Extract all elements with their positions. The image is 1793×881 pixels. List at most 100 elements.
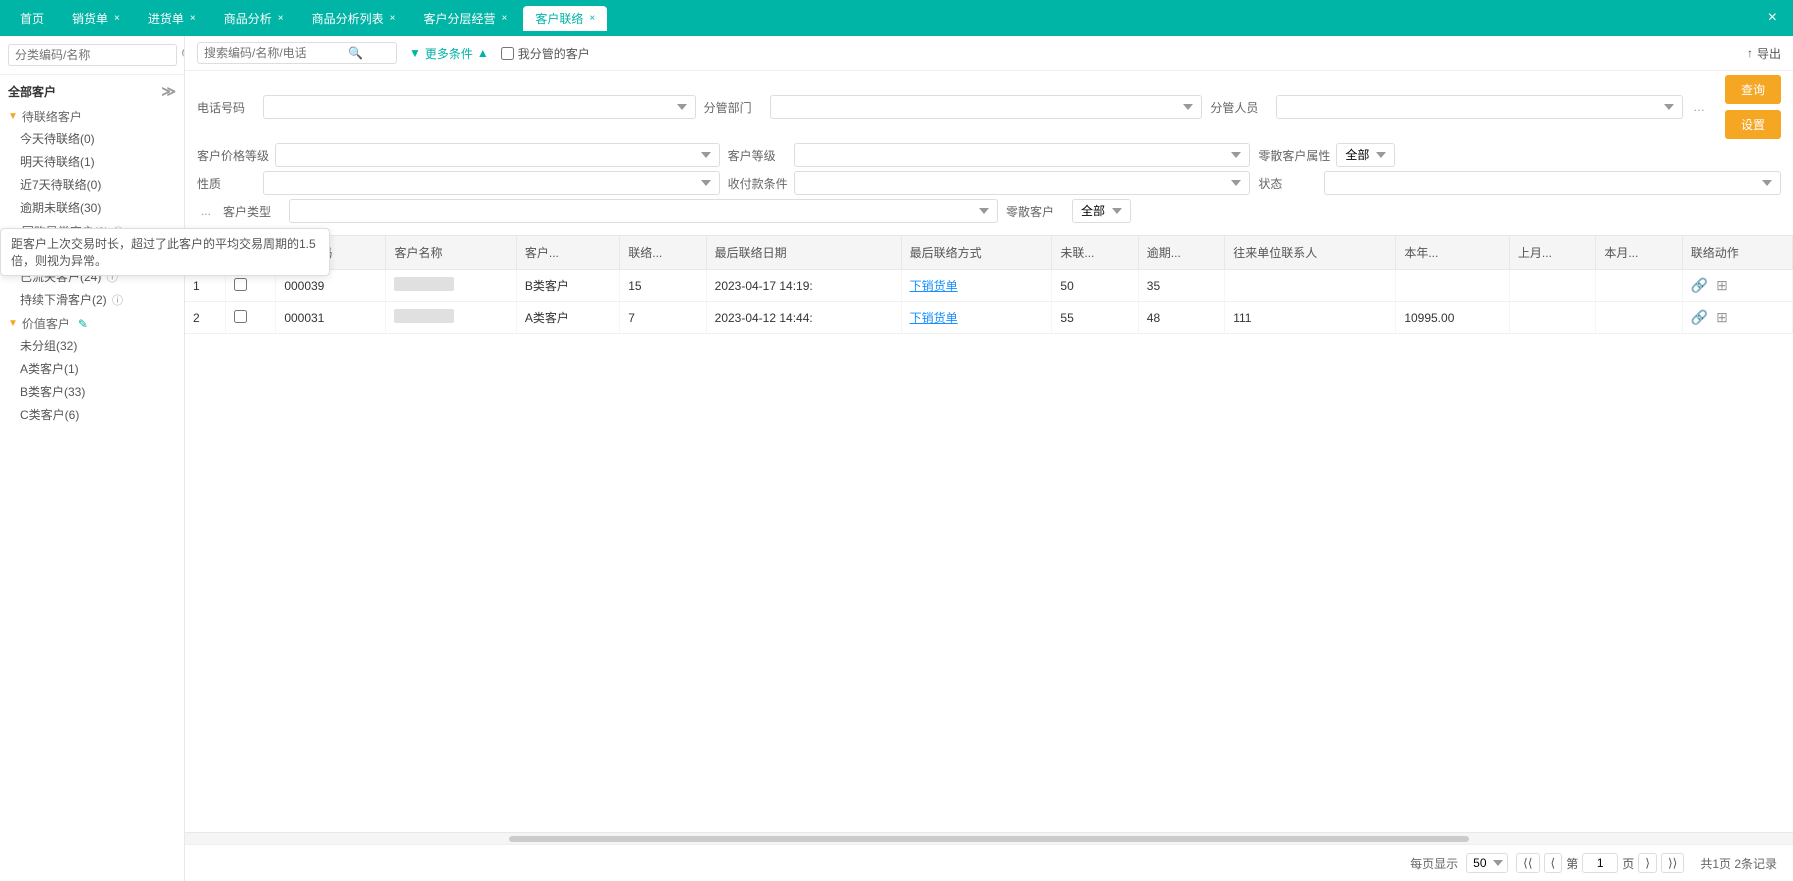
tab-sales[interactable]: 销货单 × <box>60 6 132 31</box>
phone-label: 电话号码 <box>197 99 257 116</box>
close-icon[interactable]: × <box>390 13 396 24</box>
per-page-select[interactable]: 50 <box>1466 853 1508 873</box>
th-last-month[interactable]: 上月... <box>1509 236 1595 270</box>
th-contact-count[interactable]: 联络... <box>620 236 706 270</box>
status-select[interactable] <box>1324 171 1781 195</box>
tab-customer-contact[interactable]: 客户联络 × <box>523 6 607 31</box>
last-page-button[interactable]: ⟩⟩ <box>1661 853 1684 873</box>
th-company-contact[interactable]: 往来单位联系人 <box>1225 236 1396 270</box>
sidebar-item-overdue[interactable]: 逾期未联络(30) <box>0 196 184 219</box>
cust-type-select[interactable] <box>289 199 998 223</box>
sidebar-search-input[interactable] <box>8 44 177 66</box>
th-this-year[interactable]: 本年... <box>1396 236 1510 270</box>
link-action-icon-1[interactable]: 🔗 <box>1691 277 1708 294</box>
first-page-button[interactable]: ⟨⟨ <box>1516 853 1539 873</box>
gender-select[interactable] <box>263 171 720 195</box>
dots-icon[interactable]: … <box>1689 100 1709 114</box>
sidebar-item-7days[interactable]: 近7天待联络(0) <box>0 173 184 196</box>
my-customer-checkbox[interactable] <box>501 47 514 60</box>
retail-attr-select[interactable]: 全部 <box>1336 143 1395 167</box>
tab-product-list[interactable]: 商品分析列表 × <box>300 6 408 31</box>
person-input[interactable] <box>1276 95 1683 119</box>
row-checkbox-2[interactable] <box>234 310 247 323</box>
page-input[interactable] <box>1582 853 1618 873</box>
close-icon[interactable]: × <box>278 13 284 24</box>
tab-product-analysis[interactable]: 商品分析 × <box>212 6 296 31</box>
close-icon[interactable]: × <box>589 13 595 24</box>
export-button[interactable]: ↑ 导出 <box>1747 45 1781 62</box>
more-conditions-button[interactable]: ▼ 更多条件 ▲ <box>409 45 489 62</box>
cust-type-label: 客户类型 <box>223 203 283 220</box>
cust-level-select[interactable] <box>794 143 1251 167</box>
grid-action-icon-2[interactable]: ⊞ <box>1716 309 1728 326</box>
sidebar-item-today[interactable]: 今天待联络(0) <box>0 127 184 150</box>
horizontal-scrollbar[interactable] <box>185 832 1793 844</box>
sidebar-section-value[interactable]: ▼ 价值客户 ✎ <box>0 311 184 334</box>
sidebar-item-declining[interactable]: 持续下滑客户(2) ⓘ <box>0 288 184 311</box>
th-cust-type[interactable]: 客户... <box>516 236 619 270</box>
phone-input[interactable] <box>263 95 696 119</box>
close-icon[interactable]: × <box>114 13 120 24</box>
edit-icon[interactable]: ✎ <box>78 317 88 331</box>
cust-level-label: 客户等级 <box>728 147 788 164</box>
search-input-wrap: 🔍 <box>197 42 397 64</box>
tab-home[interactable]: 首页 <box>8 6 56 31</box>
status-label: 状态 <box>1258 175 1318 192</box>
payment-label: 收付款条件 <box>728 175 788 192</box>
td-uncontacted-1: 50 <box>1052 270 1138 302</box>
th-last-method[interactable]: 最后联络方式 <box>901 236 1052 270</box>
td-action-2: 🔗 ⊞ <box>1682 302 1792 334</box>
dept-select[interactable] <box>770 95 1203 119</box>
td-company-2: 111 <box>1225 302 1396 334</box>
scrollbar-thumb[interactable] <box>509 836 1469 842</box>
close-icon[interactable]: × <box>190 13 196 24</box>
sidebar-item-a-class[interactable]: A类客户(1) <box>0 357 184 380</box>
retail-select[interactable]: 全部 <box>1072 199 1131 223</box>
next-page-button[interactable]: ⟩ <box>1638 853 1657 873</box>
settings-button[interactable]: 设置 <box>1725 110 1781 139</box>
th-uncontacted[interactable]: 未联... <box>1052 236 1138 270</box>
customer-table: ⚙ 客户编码 客户名称 客户. <box>185 236 1793 334</box>
sidebar-item-b-class[interactable]: B类客户(33) <box>0 380 184 403</box>
td-date-2: 2023-04-12 14:44: <box>706 302 901 334</box>
tab-purchase[interactable]: 进货单 × <box>136 6 208 31</box>
filter-top-bar: 🔍 ▼ 更多条件 ▲ 我分管的客户 ↑ 导出 <box>185 36 1793 71</box>
table-row: 1 000039 B类客户 <box>185 270 1793 302</box>
sidebar-item-unclassified[interactable]: 未分组(32) <box>0 334 184 357</box>
link-action-icon-2[interactable]: 🔗 <box>1691 309 1708 326</box>
td-year-1 <box>1396 270 1510 302</box>
td-lmonth-1 <box>1509 270 1595 302</box>
search-icon[interactable]: 🔍 <box>348 46 363 60</box>
sidebar-item-tomorrow[interactable]: 明天待联络(1) <box>0 150 184 173</box>
tab-customer-tier[interactable]: 客户分层经营 × <box>411 6 519 31</box>
sidebar-section-pending[interactable]: ▼ 待联络客户 <box>0 104 184 127</box>
table-wrap: ⚙ 客户编码 客户名称 客户. <box>185 236 1793 832</box>
prev-page-button[interactable]: ⟨ <box>1544 853 1563 873</box>
td-lmonth-2 <box>1509 302 1595 334</box>
close-all-button[interactable]: × <box>1760 9 1785 27</box>
th-last-date[interactable]: 最后联络日期 <box>706 236 901 270</box>
th-this-month[interactable]: 本月... <box>1596 236 1682 270</box>
more-dots[interactable]: ... <box>197 204 215 218</box>
retail-label: 零散客户 <box>1006 203 1066 220</box>
td-method-1[interactable]: 下销货单 <box>901 270 1052 302</box>
name-mask-1 <box>394 277 454 291</box>
sidebar-item-c-class[interactable]: C类客户(6) <box>0 403 184 426</box>
query-button[interactable]: 查询 <box>1725 75 1781 104</box>
sidebar-all-customers[interactable]: 全部客户 ≫ <box>0 75 184 104</box>
filter-row-1: 电话号码 分管部门 分管人员 … 查询 设置 <box>197 75 1781 139</box>
payment-select[interactable] <box>794 171 1251 195</box>
price-level-select[interactable] <box>275 143 720 167</box>
search-input[interactable] <box>204 46 344 60</box>
td-check-2[interactable] <box>225 302 276 334</box>
row-checkbox-1[interactable] <box>234 278 247 291</box>
td-method-2[interactable]: 下销货单 <box>901 302 1052 334</box>
th-action: 联络动作 <box>1682 236 1792 270</box>
filter-retail-attr: 零散客户属性 全部 <box>1258 143 1781 167</box>
th-name[interactable]: 客户名称 <box>386 236 516 270</box>
my-customer-checkbox-label[interactable]: 我分管的客户 <box>501 45 590 62</box>
th-overdue[interactable]: 逾期... <box>1138 236 1224 270</box>
grid-action-icon-1[interactable]: ⊞ <box>1716 277 1728 294</box>
close-icon[interactable]: × <box>501 13 507 24</box>
sidebar-collapse-icon[interactable]: ≫ <box>161 83 176 100</box>
